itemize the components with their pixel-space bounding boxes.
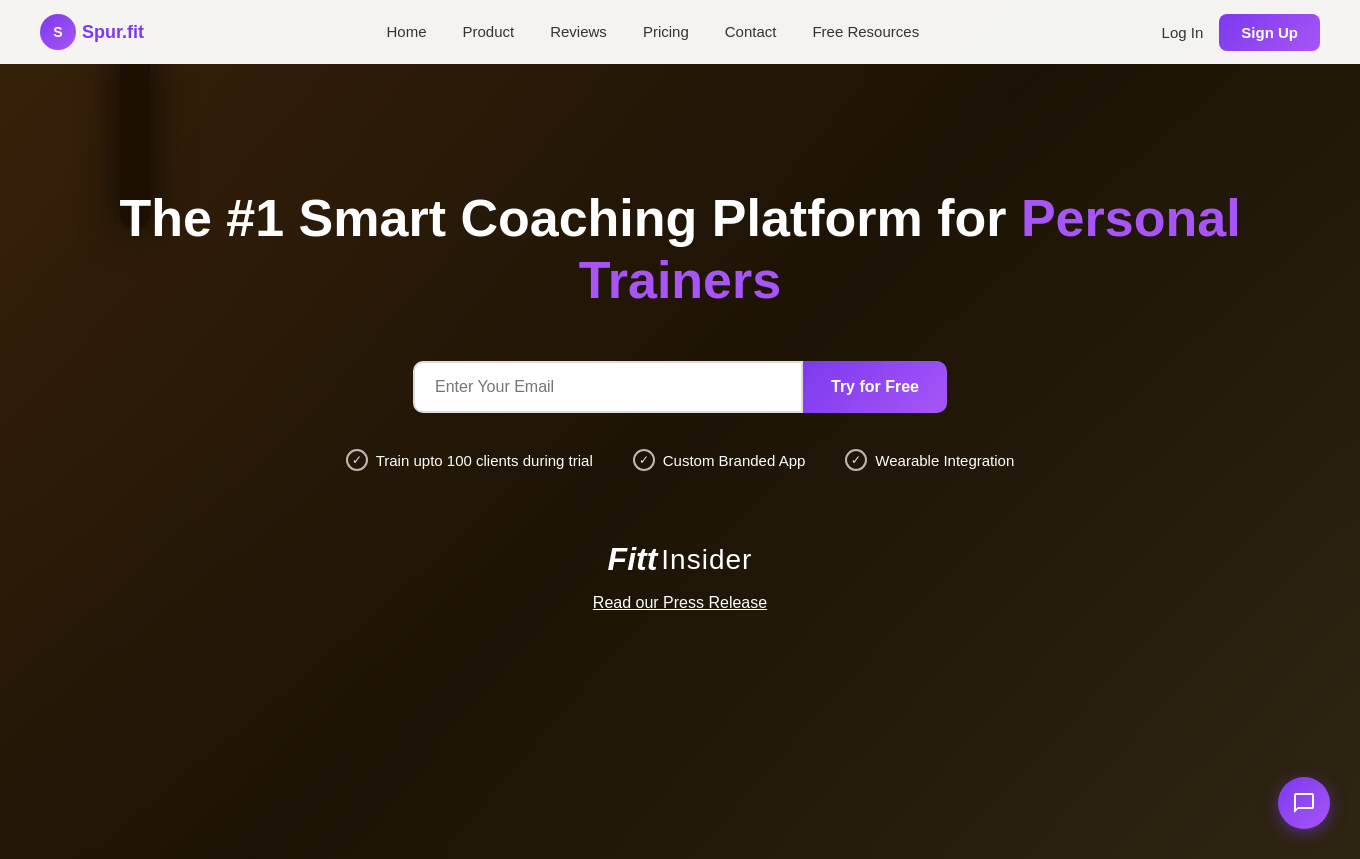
feature-item-1: ✓ Custom Branded App [633, 449, 806, 471]
navbar: S Spur.fit Home Product Reviews Pricing … [0, 0, 1360, 64]
press-release-link[interactable]: Read our Press Release [593, 594, 767, 611]
chat-icon [1292, 791, 1316, 815]
login-button[interactable]: Log In [1162, 24, 1204, 41]
fitt-insider-logo: Fitt Insider [593, 541, 767, 578]
check-icon-0: ✓ [346, 449, 368, 471]
try-for-free-button[interactable]: Try for Free [803, 361, 947, 413]
features-list: ✓ Train upto 100 clients during trial ✓ … [40, 449, 1320, 471]
logo-icon: S [40, 14, 76, 50]
signup-button[interactable]: Sign Up [1219, 14, 1320, 51]
check-icon-1: ✓ [633, 449, 655, 471]
press-section: Fitt Insider Read our Press Release [593, 541, 767, 612]
email-form: Try for Free [40, 361, 1320, 413]
fitt-text: Fitt [608, 541, 658, 578]
logo-text: Spur.fit [82, 22, 144, 43]
logo[interactable]: S Spur.fit [40, 14, 144, 50]
insider-text: Insider [661, 544, 752, 576]
nav-link-free-resources[interactable]: Free Resources [812, 23, 919, 40]
feature-label-0: Train upto 100 clients during trial [376, 452, 593, 469]
hero-title: The #1 Smart Coaching Platform for Perso… [40, 187, 1320, 312]
nav-link-reviews[interactable]: Reviews [550, 23, 607, 40]
feature-item-0: ✓ Train upto 100 clients during trial [346, 449, 593, 471]
hero-content: The #1 Smart Coaching Platform for Perso… [0, 187, 1360, 472]
email-input[interactable] [413, 361, 803, 413]
nav-link-home[interactable]: Home [386, 23, 426, 40]
feature-label-1: Custom Branded App [663, 452, 806, 469]
hero-section: The #1 Smart Coaching Platform for Perso… [0, 0, 1360, 859]
feature-label-2: Wearable Integration [875, 452, 1014, 469]
nav-link-pricing[interactable]: Pricing [643, 23, 689, 40]
nav-links: Home Product Reviews Pricing Contact Fre… [386, 23, 919, 41]
nav-actions: Log In Sign Up [1162, 14, 1320, 51]
feature-item-2: ✓ Wearable Integration [845, 449, 1014, 471]
chat-bubble[interactable] [1278, 777, 1330, 829]
nav-link-product[interactable]: Product [462, 23, 514, 40]
check-icon-2: ✓ [845, 449, 867, 471]
nav-link-contact[interactable]: Contact [725, 23, 777, 40]
